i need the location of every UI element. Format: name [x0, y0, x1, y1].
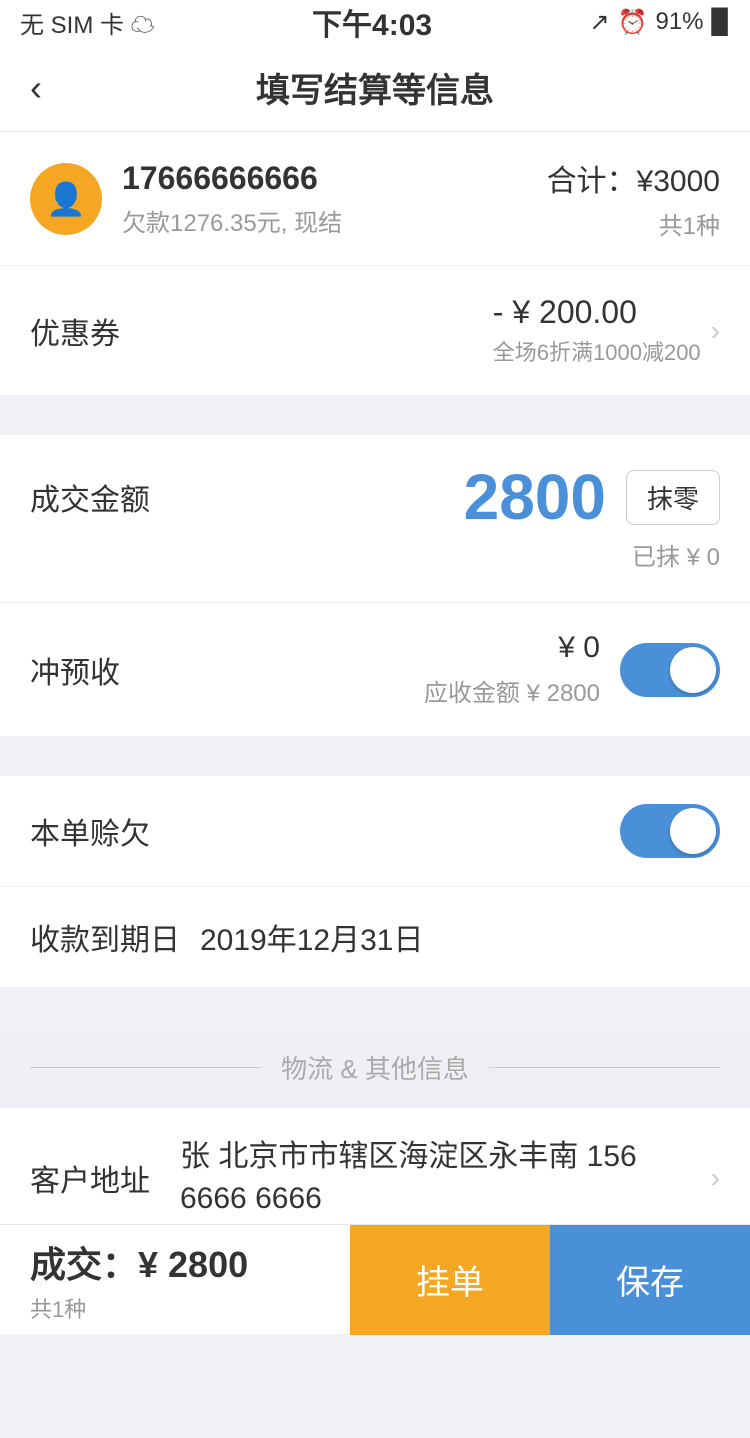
chong-toggle-row: ¥ 0 应收金额 ¥ 2800 [424, 631, 720, 708]
amount-sub: 已抹 ¥ 0 [632, 544, 720, 571]
chong-amount: ¥ 0 [558, 631, 600, 665]
chevron-icon: › [711, 315, 720, 347]
bendan-row: 本单赊欠 [0, 776, 750, 886]
coupon-right: - ¥ 200.00 全场6折满1000减200 › [493, 294, 720, 367]
avatar-icon: 👤 [46, 180, 86, 218]
alarm-icon: ⏰ [618, 8, 648, 37]
logistics-line-right [489, 1067, 720, 1068]
amount-row: 成交金额 2800 抹零 [30, 465, 720, 529]
battery-icon: ▉ [712, 8, 730, 37]
bendan-toggle-knob [670, 808, 716, 854]
battery-label: 91% [655, 8, 703, 36]
save-button[interactable]: 保存 [550, 1225, 750, 1335]
customer-debt: 欠款1276.35元, 现结 [122, 203, 342, 238]
chong-label: 冲预收 [30, 648, 120, 692]
chong-desc: 应收金额 ¥ 2800 [424, 673, 600, 708]
logistics-text: 物流 & 其他信息 [281, 1049, 469, 1086]
duedate-row: 收款到期日 2019年12月31日 [0, 886, 750, 987]
location-icon: ↗ [589, 8, 609, 37]
coupon-discount: - ¥ 200.00 [493, 294, 701, 331]
avatar: 👤 [30, 163, 102, 235]
divider-1 [0, 415, 750, 435]
divider-3 [0, 1007, 750, 1027]
toggle-knob [670, 647, 716, 693]
address-value: 张 北京市市辖区海淀区永丰南 156 6666 6666 [180, 1136, 711, 1220]
amount-label: 成交金额 [30, 475, 150, 519]
logistics-divider: 物流 & 其他信息 [0, 1027, 750, 1108]
customer-phone: 17666666666 [122, 160, 342, 197]
coupon-desc: 全场6折满1000减200 [493, 335, 701, 367]
chong-right: ¥ 0 应收金额 ¥ 2800 [424, 631, 600, 708]
customer-section: 👤 17666666666 欠款1276.35元, 现结 合计：¥3000 共1… [0, 132, 750, 395]
sim-label: 无 SIM 卡 ☁ [20, 5, 155, 40]
address-chevron-icon: › [711, 1162, 720, 1194]
deal-label: 成交： [30, 1244, 138, 1285]
customer-right: 合计：¥3000 共1种 [547, 156, 720, 241]
bottom-summary: 成交：¥ 2800 共1种 [0, 1236, 350, 1324]
customer-info: 17666666666 欠款1276.35元, 现结 [122, 160, 342, 238]
bendan-label: 本单赊欠 [30, 809, 150, 853]
status-right: ↗ ⏰ 91% ▉ [589, 8, 730, 37]
status-left: 无 SIM 卡 ☁ [20, 5, 155, 40]
duedate-value: 2019年12月31日 [200, 915, 423, 959]
nav-bar: ‹ 填写结算等信息 [0, 44, 750, 132]
chong-row: 冲预收 ¥ 0 应收金额 ¥ 2800 [0, 602, 750, 736]
divider-2 [0, 756, 750, 776]
address-label: 客户地址 [30, 1156, 150, 1200]
bendan-toggle[interactable] [620, 804, 720, 858]
amount-value-container: 2800 抹零 [464, 465, 720, 529]
coupon-label: 优惠券 [30, 309, 120, 353]
deal-amount: ¥ 2800 [138, 1244, 248, 1285]
total-count: 共1种 [547, 206, 720, 241]
bendan-section: 本单赊欠 收款到期日 2019年12月31日 [0, 776, 750, 987]
back-button[interactable]: ‹ [30, 67, 42, 109]
round-button[interactable]: 抹零 [626, 470, 720, 525]
logistics-line-left [30, 1067, 261, 1068]
duedate-label: 收款到期日 [30, 915, 180, 959]
address-chevron: › [711, 1162, 720, 1194]
pending-button[interactable]: 挂单 [350, 1225, 550, 1335]
total-amount: 合计：¥3000 [547, 156, 720, 200]
bottom-bar: 成交：¥ 2800 共1种 挂单 保存 [0, 1224, 750, 1334]
coupon-row[interactable]: 优惠券 - ¥ 200.00 全场6折满1000减200 › [0, 265, 750, 395]
amount-value: 2800 [464, 465, 606, 529]
customer-row: 👤 17666666666 欠款1276.35元, 现结 合计：¥3000 共1… [0, 132, 750, 265]
amount-section: 成交金额 2800 抹零 已抹 ¥ 0 [0, 435, 750, 602]
status-bar: 无 SIM 卡 ☁ 下午4:03 ↗ ⏰ 91% ▉ [0, 0, 750, 44]
bottom-count: 共1种 [30, 1292, 320, 1324]
page-title: 填写结算等信息 [256, 63, 494, 112]
chong-toggle[interactable] [620, 643, 720, 697]
customer-left: 👤 17666666666 欠款1276.35元, 现结 [30, 160, 342, 238]
bottom-deal: 成交：¥ 2800 [30, 1236, 320, 1288]
status-time: 下午4:03 [312, 0, 432, 44]
